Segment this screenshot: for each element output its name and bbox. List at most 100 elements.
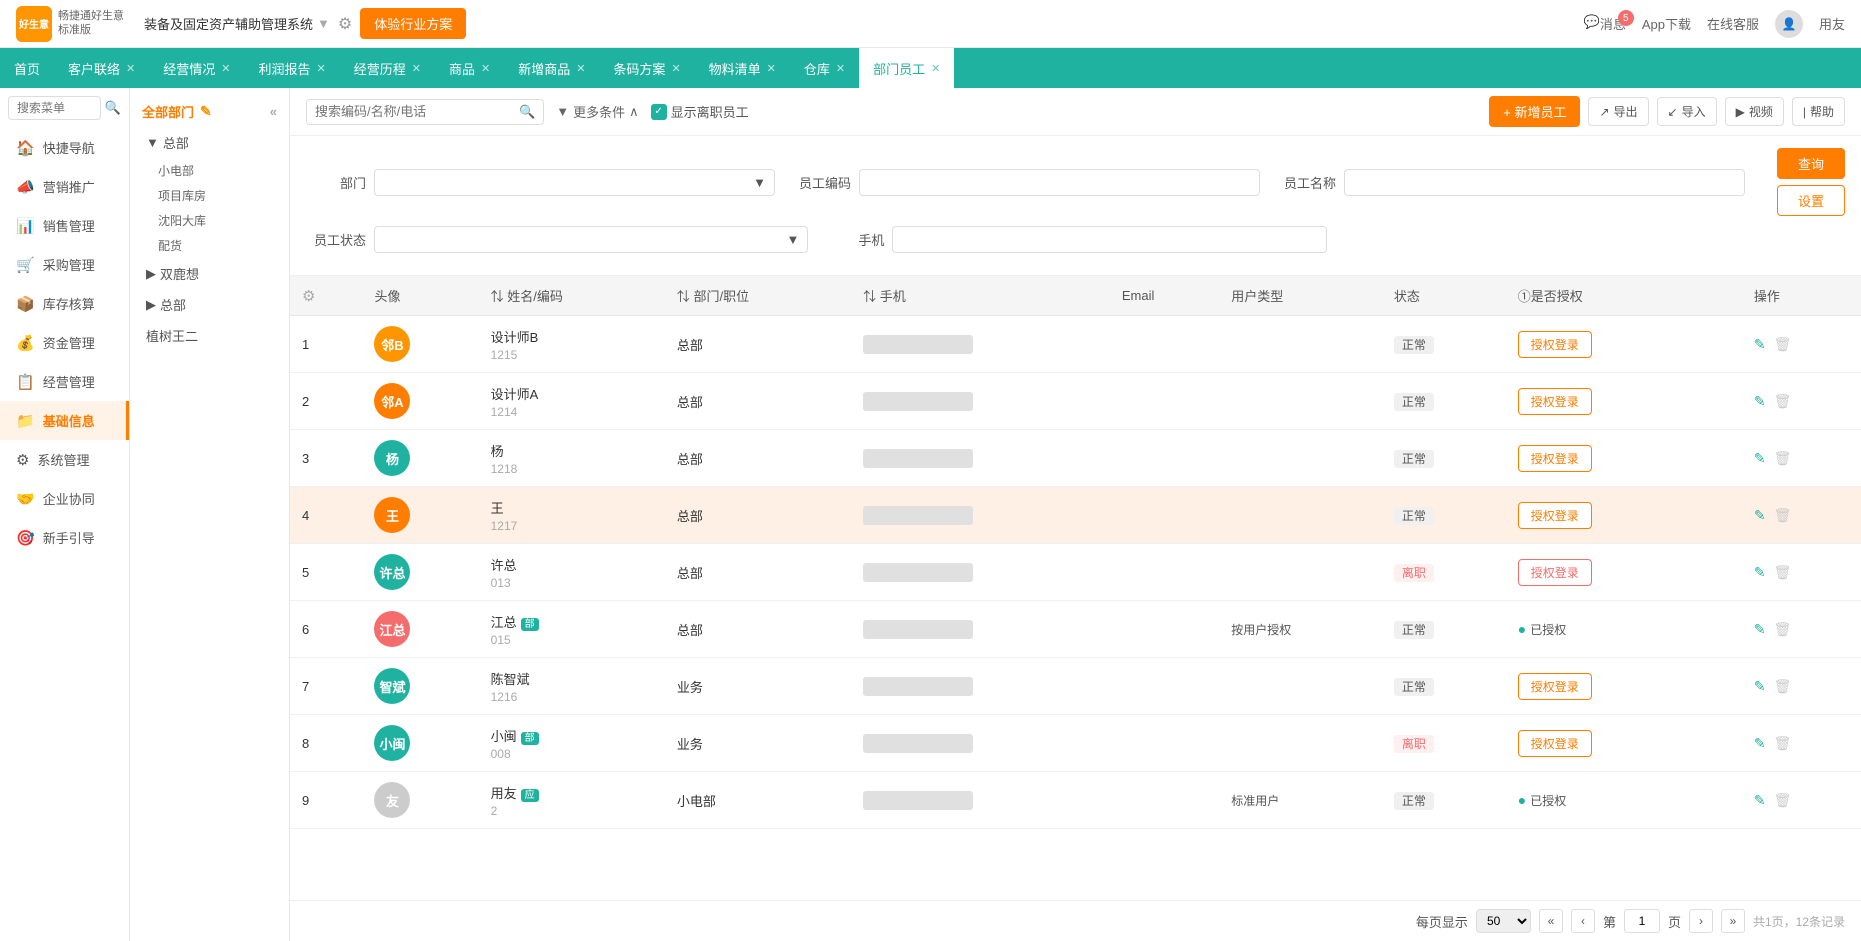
auth-login-button[interactable]: 授权登录 xyxy=(1518,673,1592,700)
sidebar-item-finance[interactable]: 💰 资金管理 xyxy=(0,323,129,362)
edit-button[interactable]: ✎ xyxy=(1754,564,1766,581)
delete-button[interactable]: 🗑 xyxy=(1774,792,1792,809)
prev-page-btn[interactable]: ‹ xyxy=(1571,909,1595,933)
edit-button[interactable]: ✎ xyxy=(1754,393,1766,410)
add-employee-button[interactable]: + 新增员工 xyxy=(1489,96,1580,127)
empname-input[interactable] xyxy=(1344,169,1745,196)
dept-item-zhishu[interactable]: 植树王二 xyxy=(130,320,289,351)
tab-customer[interactable]: 客户联络 ✕ xyxy=(54,48,149,88)
status-select[interactable]: ▼ xyxy=(374,226,808,253)
edit-button[interactable]: ✎ xyxy=(1754,507,1766,524)
sidebar-item-guide[interactable]: 🎯 新手引导 xyxy=(0,518,129,557)
column-settings-icon[interactable]: ⚙ xyxy=(302,288,315,305)
tab-goods[interactable]: 商品 ✕ xyxy=(435,48,504,88)
dept-child-xiaodianbu[interactable]: 小电部 xyxy=(130,158,289,183)
tab-material[interactable]: 物料清单 ✕ xyxy=(695,48,790,88)
auth-login-button[interactable]: 授权登录 xyxy=(1518,388,1592,415)
tab-operation[interactable]: 经营情况 ✕ xyxy=(149,48,244,88)
auth-login-button[interactable]: 授权登录 xyxy=(1518,331,1592,358)
export-button[interactable]: ↗ 导出 xyxy=(1588,97,1648,126)
import-button[interactable]: ↙ 导入 xyxy=(1657,97,1717,126)
query-button[interactable]: 查询 xyxy=(1777,148,1845,179)
delete-button[interactable]: 🗑 xyxy=(1774,564,1792,581)
trial-button[interactable]: 体验行业方案 xyxy=(360,8,466,39)
delete-button[interactable]: 🗑 xyxy=(1774,735,1792,752)
view-button[interactable]: ▶ 视频 xyxy=(1725,97,1784,126)
delete-button[interactable]: 🗑 xyxy=(1774,450,1792,467)
dept-edit-icon[interactable]: ✎ xyxy=(200,103,212,120)
edit-button[interactable]: ✎ xyxy=(1754,735,1766,752)
search-input[interactable] xyxy=(315,104,515,119)
dept-child-peihuo[interactable]: 配货 xyxy=(130,233,289,258)
dept-select[interactable]: ▼ xyxy=(374,169,775,196)
edit-button[interactable]: ✎ xyxy=(1754,678,1766,695)
delete-button[interactable]: 🗑 xyxy=(1774,621,1792,638)
close-icon[interactable]: ✕ xyxy=(317,62,326,75)
last-page-btn[interactable]: » xyxy=(1721,909,1745,933)
per-page-select[interactable]: 50 20 100 xyxy=(1476,909,1531,933)
tab-profit[interactable]: 利润报告 ✕ xyxy=(244,48,339,88)
dept-all-label[interactable]: 全部部门 xyxy=(142,102,194,121)
dept-item-zongbu2[interactable]: ▶ 总部 xyxy=(130,289,289,320)
close-icon[interactable]: ✕ xyxy=(931,62,940,75)
delete-button[interactable]: 🗑 xyxy=(1774,393,1792,410)
col-settings[interactable]: ⚙ xyxy=(290,276,362,316)
sidebar-item-shortcut[interactable]: 🏠 快捷导航 xyxy=(0,128,129,167)
delete-button[interactable]: 🗑 xyxy=(1774,678,1792,695)
col-phone[interactable]: ⇅ 手机 xyxy=(851,276,1110,316)
auth-login-button[interactable]: 授权登录 xyxy=(1518,502,1592,529)
more-filter-btn[interactable]: ▼ 更多条件 ∧ xyxy=(556,102,638,121)
edit-button[interactable]: ✎ xyxy=(1754,450,1766,467)
close-icon[interactable]: ✕ xyxy=(671,62,680,75)
close-icon[interactable]: ✕ xyxy=(481,62,490,75)
dept-item-zongbu[interactable]: ▼ 总部 xyxy=(130,127,289,158)
delete-button[interactable]: 🗑 xyxy=(1774,507,1792,524)
tab-barcode[interactable]: 条码方案 ✕ xyxy=(599,48,694,88)
close-icon[interactable]: ✕ xyxy=(221,62,230,75)
auth-login-button[interactable]: 授权登录 xyxy=(1518,445,1592,472)
tab-department[interactable]: 部门员工 ✕ xyxy=(859,48,954,88)
show-left-employees-toggle[interactable]: ✓ 显示离职员工 xyxy=(651,102,749,121)
dropdown-arrow-icon[interactable]: ▼ xyxy=(317,16,330,31)
dept-child-shenyang[interactable]: 沈阳大库 xyxy=(130,208,289,233)
help-button[interactable]: | 帮助 xyxy=(1792,97,1845,126)
auth-login-button[interactable]: 授权登录 xyxy=(1518,730,1592,757)
empcode-input[interactable] xyxy=(859,169,1260,196)
close-icon[interactable]: ✕ xyxy=(576,62,585,75)
sidebar-item-collab[interactable]: 🤝 企业协同 xyxy=(0,479,129,518)
message-btn[interactable]: 💬 消息 5 xyxy=(1584,14,1626,33)
dept-item-shuanglu[interactable]: ▶ 双鹿想 xyxy=(130,258,289,289)
first-page-btn[interactable]: « xyxy=(1539,909,1563,933)
dept-child-xiangmu[interactable]: 项目库房 xyxy=(130,183,289,208)
close-icon[interactable]: ✕ xyxy=(767,62,776,75)
edit-button[interactable]: ✎ xyxy=(1754,792,1766,809)
sidebar-item-sales[interactable]: 📊 销售管理 xyxy=(0,206,129,245)
gear-icon[interactable]: ⚙ xyxy=(338,14,352,34)
next-page-btn[interactable]: › xyxy=(1689,909,1713,933)
tab-warehouse[interactable]: 仓库 ✕ xyxy=(790,48,859,88)
col-dept[interactable]: ⇅ 部门/职位 xyxy=(665,276,851,316)
tab-home[interactable]: 首页 xyxy=(0,48,54,88)
sidebar-item-basic[interactable]: 📁 基础信息 xyxy=(0,401,129,440)
dept-collapse-btn[interactable]: « xyxy=(270,104,277,119)
close-icon[interactable]: ✕ xyxy=(126,62,135,75)
edit-button[interactable]: ✎ xyxy=(1754,336,1766,353)
tab-new-goods[interactable]: 新增商品 ✕ xyxy=(504,48,599,88)
app-download-btn[interactable]: App下载 xyxy=(1642,14,1691,33)
online-service-btn[interactable]: 在线客服 xyxy=(1707,14,1759,33)
sidebar-item-system[interactable]: ⚙ 系统管理 xyxy=(0,440,129,479)
close-icon[interactable]: ✕ xyxy=(836,62,845,75)
sidebar-search-input[interactable] xyxy=(8,96,101,120)
sidebar-item-marketing[interactable]: 📣 营销推广 xyxy=(0,167,129,206)
delete-button[interactable]: 🗑 xyxy=(1774,336,1792,353)
phone-input[interactable] xyxy=(892,226,1326,253)
page-number-input[interactable] xyxy=(1624,909,1660,933)
close-icon[interactable]: ✕ xyxy=(412,62,421,75)
auth-login-button[interactable]: 授权登录 xyxy=(1518,559,1592,586)
sidebar-item-management[interactable]: 📋 经营管理 xyxy=(0,362,129,401)
edit-button[interactable]: ✎ xyxy=(1754,621,1766,638)
sidebar-item-inventory[interactable]: 📦 库存核算 xyxy=(0,284,129,323)
set-button[interactable]: 设置 xyxy=(1777,185,1845,216)
col-name[interactable]: ⇅ 姓名/编码 xyxy=(479,276,665,316)
sidebar-item-purchase[interactable]: 🛒 采购管理 xyxy=(0,245,129,284)
